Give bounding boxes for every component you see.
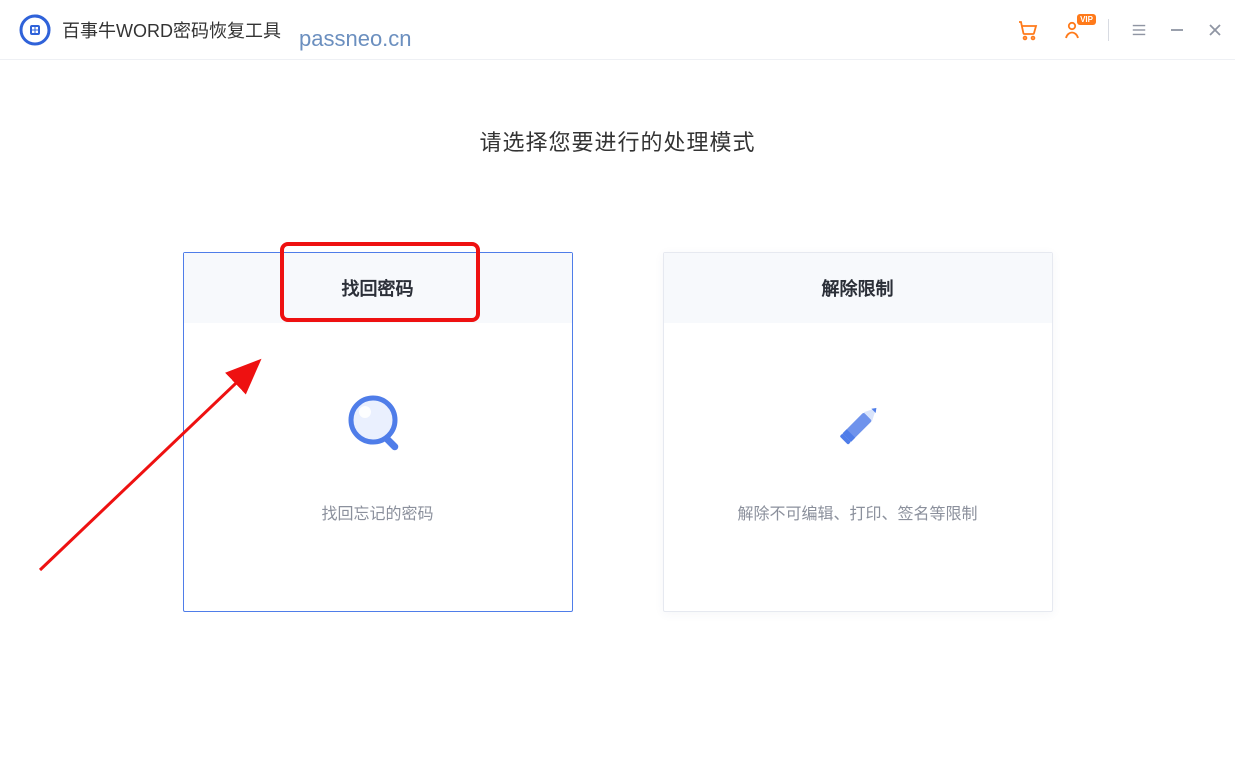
account-icon[interactable]: VIP — [1062, 18, 1086, 42]
page-title: 请选择您要进行的处理模式 — [479, 125, 755, 157]
titlebar-separator — [1108, 19, 1109, 41]
titlebar-right: VIP — [1016, 0, 1223, 60]
card-remove-title: 解除限制 — [664, 253, 1052, 323]
cart-icon[interactable] — [1016, 18, 1040, 42]
card-recover-desc: 找回忘记的密码 — [321, 500, 433, 524]
main-area: 请选择您要进行的处理模式 找回密码 找回忘记的密码 解除限制 — [0, 60, 1235, 612]
magnifier-icon — [343, 390, 413, 460]
mode-cards: 找回密码 找回忘记的密码 解除限制 — [183, 252, 1053, 612]
brand-url: passneo.cn — [299, 26, 412, 52]
titlebar: 百事牛WORD密码恢复工具 passneo.cn VIP — [0, 0, 1235, 60]
card-recover-password[interactable]: 找回密码 找回忘记的密码 — [183, 252, 573, 612]
close-button[interactable] — [1207, 22, 1223, 38]
card-remove-desc: 解除不可编辑、打印、签名等限制 — [737, 500, 977, 524]
vip-badge: VIP — [1077, 14, 1096, 25]
card-remove-restriction[interactable]: 解除限制 解除不可编辑、打印、签名等限制 — [663, 252, 1053, 612]
card-remove-body: 解除不可编辑、打印、签名等限制 — [664, 323, 1052, 611]
app-logo-icon — [18, 13, 52, 47]
menu-icon[interactable] — [1131, 22, 1147, 38]
card-recover-title: 找回密码 — [184, 253, 572, 323]
minimize-button[interactable] — [1169, 22, 1185, 38]
card-recover-body: 找回忘记的密码 — [184, 323, 572, 611]
app-title: 百事牛WORD密码恢复工具 — [62, 17, 281, 43]
pencil-icon — [823, 390, 893, 460]
